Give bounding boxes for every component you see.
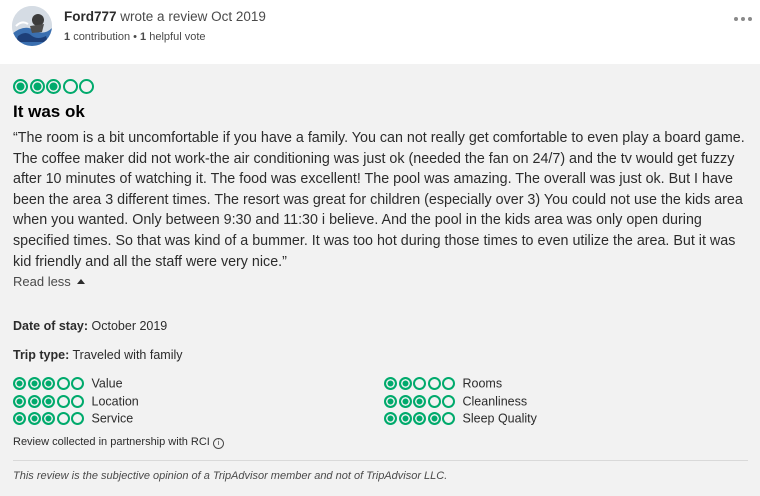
sub-rating-sleep-quality: Sleep Quality (384, 411, 537, 427)
disclaimer: This review is the subjective opinion of… (13, 470, 448, 482)
more-dots-icon[interactable] (732, 12, 754, 26)
avatar[interactable] (12, 6, 52, 46)
filled-bubble-icon (13, 395, 26, 409)
trip-type: Trip type: Traveled with family (13, 348, 183, 362)
filled-bubble-icon (27, 377, 41, 391)
empty-bubble-icon (56, 377, 70, 391)
overall-rating-bubbles (13, 78, 96, 96)
empty-bubble-icon (442, 377, 455, 391)
empty-bubble-icon (79, 79, 94, 95)
filled-bubble-icon (27, 412, 41, 426)
sub-rating-bubbles (384, 395, 457, 409)
filled-bubble-icon (42, 412, 55, 426)
sub-rating-location: Location (13, 394, 139, 410)
filled-bubble-icon (413, 412, 426, 426)
empty-bubble-icon (62, 79, 78, 95)
empty-bubble-icon (56, 412, 70, 426)
empty-bubble-icon (427, 377, 441, 391)
filled-bubble-icon (384, 395, 397, 409)
filled-bubble-icon (13, 377, 26, 391)
filled-bubble-icon (398, 412, 412, 426)
partner-note-text: Review collected in partnership with RCI (13, 436, 210, 448)
sub-rating-service: Service (13, 411, 133, 427)
read-less-label: Read less (13, 274, 71, 289)
reviewer-username[interactable]: Ford777 (64, 9, 117, 24)
helpful-vote-label: helpful vote (149, 31, 206, 43)
filled-bubble-icon (13, 79, 28, 95)
date-of-stay-label: Date of stay: (13, 319, 89, 333)
filled-bubble-icon (42, 395, 55, 409)
empty-bubble-icon (71, 377, 84, 391)
sub-rating-bubbles (13, 412, 86, 426)
review-header: Ford777 wrote a review Oct 2019 1 contri… (0, 0, 760, 64)
filled-bubble-icon (46, 79, 61, 95)
wrote-review-date: wrote a review Oct 2019 (120, 9, 266, 24)
sub-rating-bubbles (13, 377, 86, 391)
filled-bubble-icon (427, 412, 441, 426)
trip-type-value: Traveled with family (72, 348, 183, 362)
empty-bubble-icon (56, 395, 70, 409)
filled-bubble-icon (398, 377, 412, 391)
filled-bubble-icon (27, 395, 41, 409)
date-of-stay-value: October 2019 (91, 319, 168, 333)
sub-rating-bubbles (384, 377, 457, 391)
divider (13, 460, 748, 461)
empty-bubble-icon (71, 395, 84, 409)
sub-rating-label: Cleanliness (462, 394, 528, 409)
filled-bubble-icon (384, 412, 397, 426)
reviewer-stats: 1 contribution • 1 helpful vote (64, 31, 206, 43)
review-title[interactable]: It was ok (13, 102, 85, 122)
empty-bubble-icon (442, 395, 455, 409)
trip-type-label: Trip type: (13, 348, 70, 362)
empty-bubble-icon (442, 412, 455, 426)
filled-bubble-icon (13, 412, 26, 426)
sub-rating-label: Sleep Quality (462, 411, 537, 426)
sub-rating-label: Service (91, 411, 134, 426)
sub-rating-rooms: Rooms (384, 376, 502, 392)
filled-bubble-icon (413, 395, 426, 409)
empty-bubble-icon (427, 395, 441, 409)
empty-bubble-icon (413, 377, 426, 391)
sub-rating-label: Rooms (462, 376, 503, 391)
filled-bubble-icon (29, 79, 45, 95)
filled-bubble-icon (42, 377, 55, 391)
sub-rating-bubbles (13, 395, 86, 409)
review-text: “The room is a bit uncomfortable if you … (13, 130, 745, 270)
sub-rating-value: Value (13, 376, 123, 392)
info-icon[interactable]: i (212, 438, 224, 449)
contribution-label: contribution (73, 31, 131, 43)
empty-bubble-icon (71, 412, 84, 426)
sub-rating-bubbles (384, 412, 457, 426)
sub-rating-cleanliness: Cleanliness (384, 394, 527, 410)
helpful-vote-count: 1 (140, 31, 147, 43)
filled-bubble-icon (384, 377, 397, 391)
caret-up-icon (76, 279, 85, 284)
date-of-stay: Date of stay: October 2019 (13, 319, 167, 333)
filled-bubble-icon (398, 395, 412, 409)
avatar-image (12, 6, 52, 46)
reviewer-line: Ford777 wrote a review Oct 2019 (64, 9, 266, 24)
sub-rating-label: Location (91, 394, 139, 409)
partner-note: Review collected in partnership with RCI… (13, 436, 224, 449)
sub-rating-label: Value (91, 376, 123, 391)
contribution-count: 1 (64, 31, 71, 43)
read-less-link[interactable]: Read less (13, 274, 85, 289)
stats-separator: • (133, 31, 137, 43)
